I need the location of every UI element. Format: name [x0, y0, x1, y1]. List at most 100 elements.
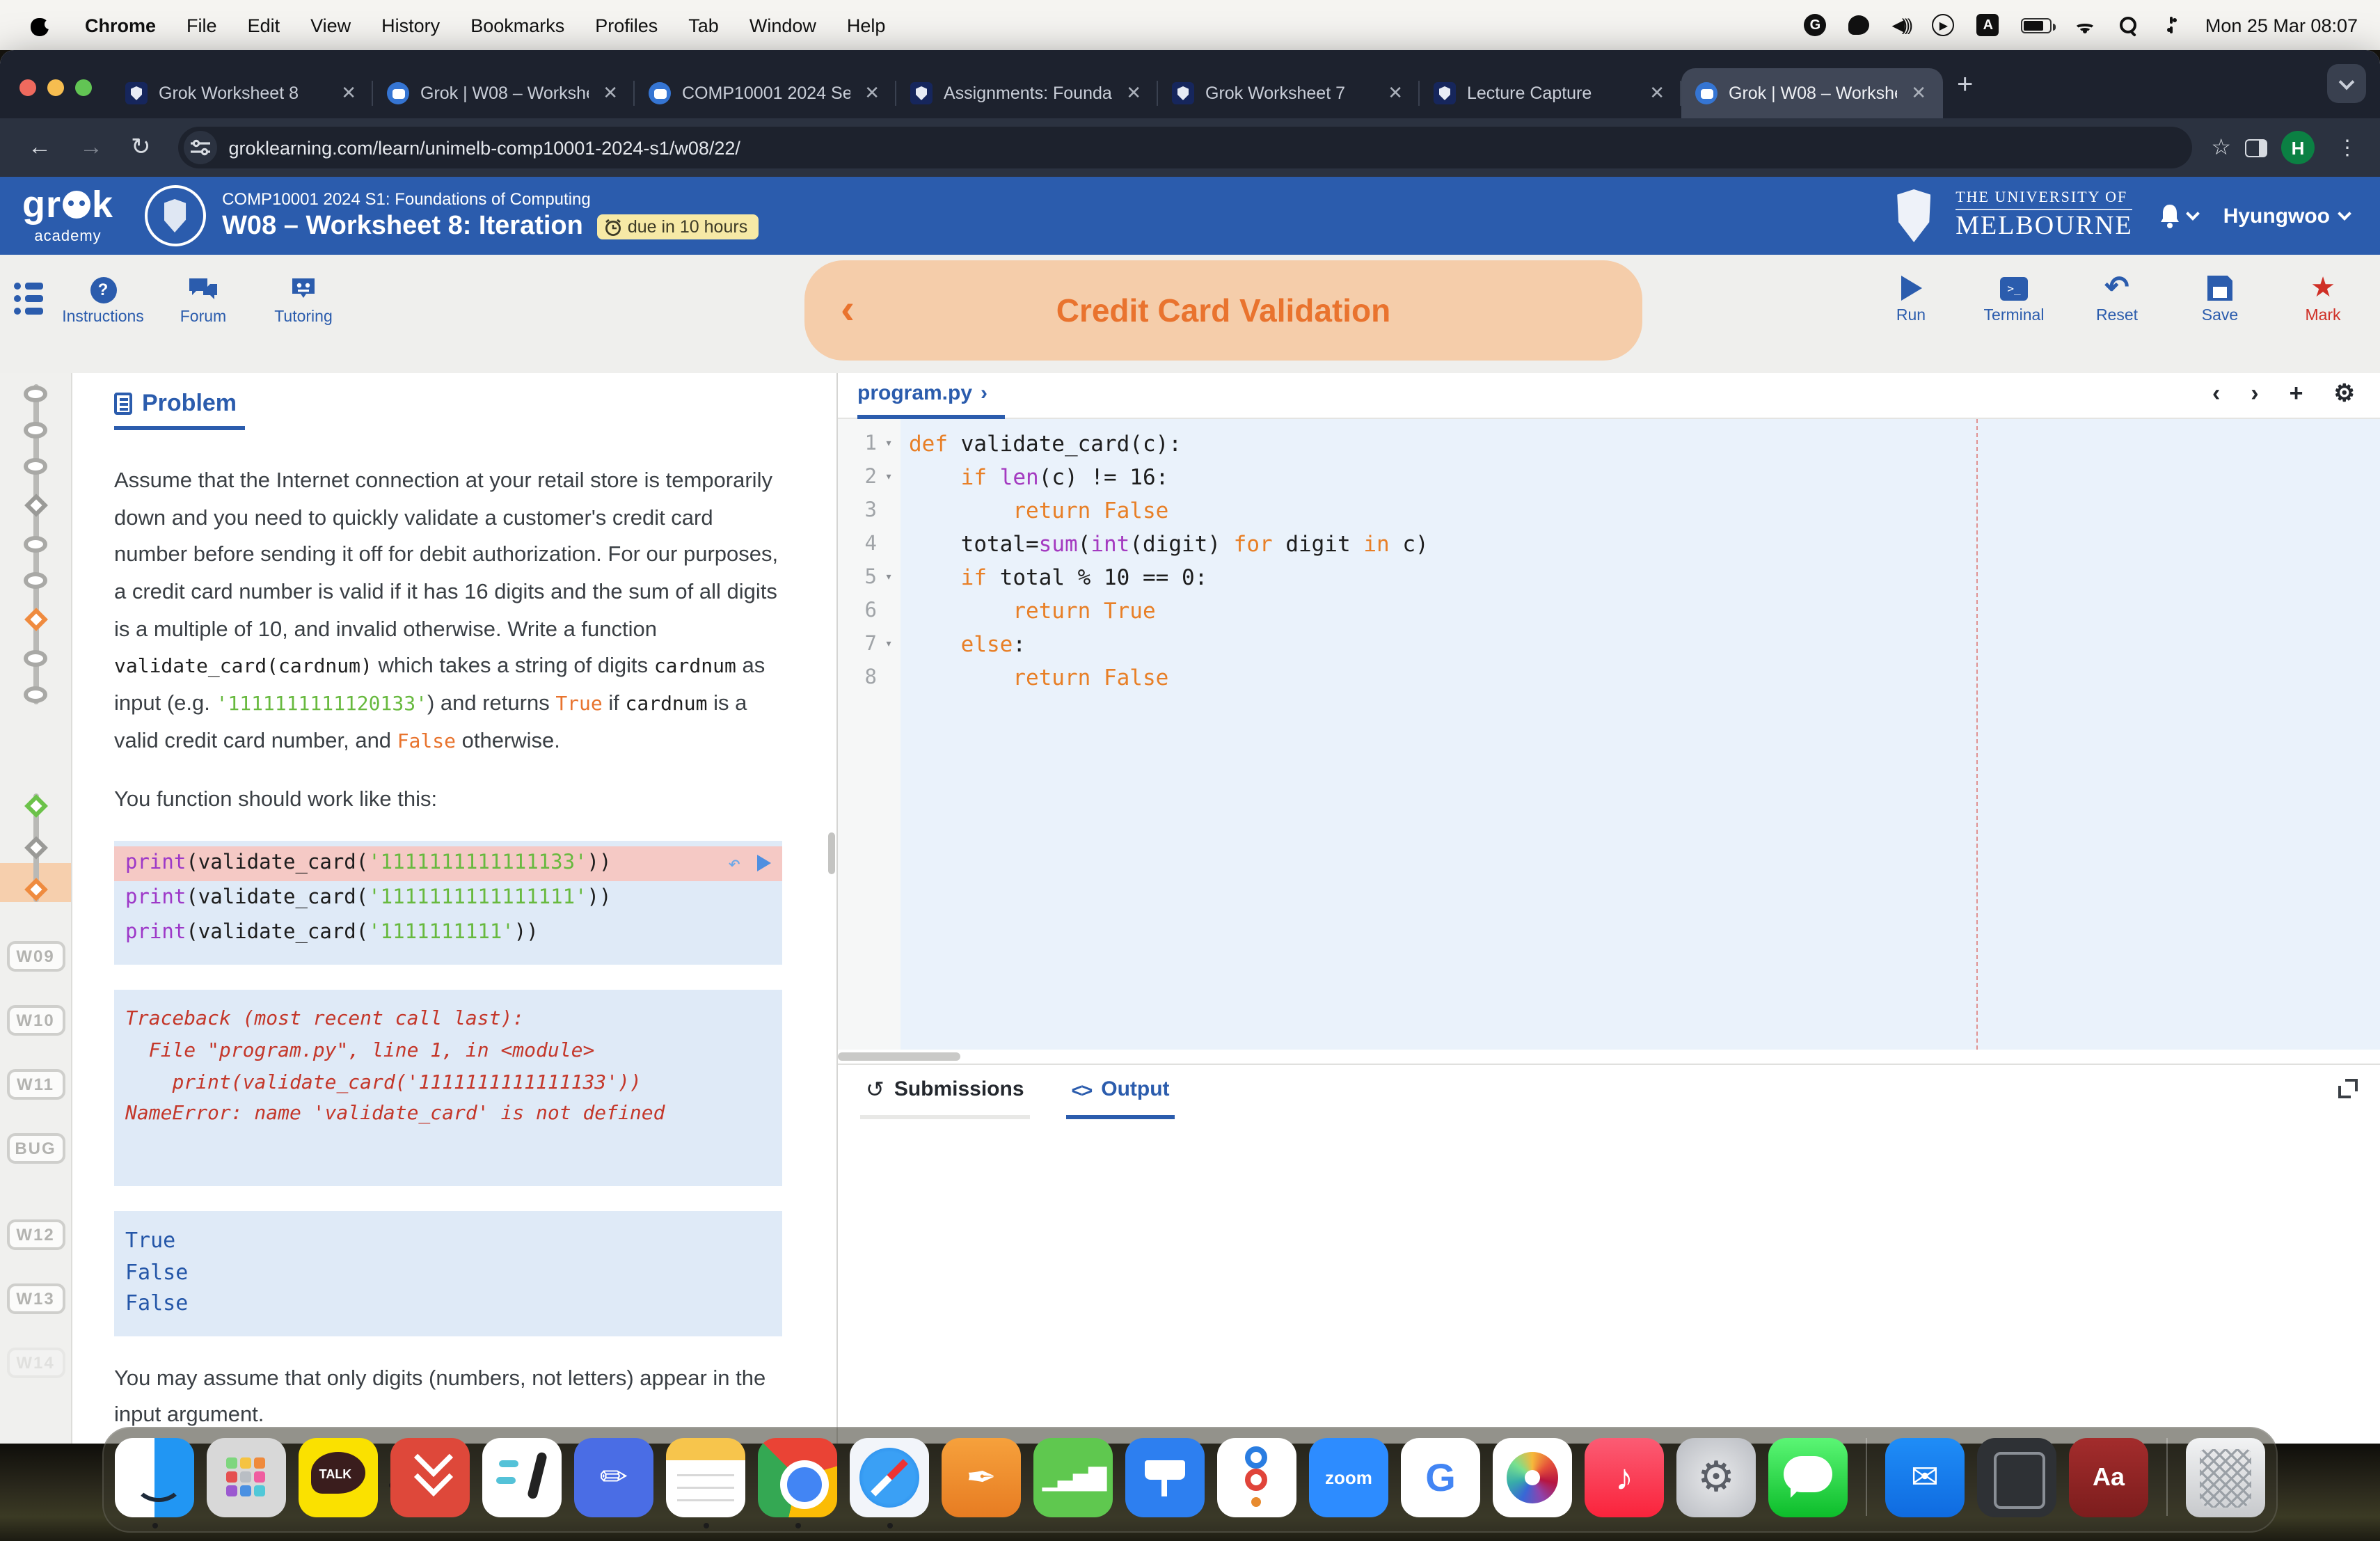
apple-menu-icon[interactable]: [31, 14, 54, 36]
module-badge-w10[interactable]: W10: [6, 1005, 65, 1036]
dock-item-todoist[interactable]: [390, 1438, 470, 1517]
dock-item-keynote[interactable]: [1125, 1438, 1205, 1517]
module-badge-w13[interactable]: W13: [6, 1283, 65, 1314]
module-badge-w09[interactable]: W09: [6, 941, 65, 972]
tab-close-icon[interactable]: ✕: [1908, 82, 1929, 104]
gutter-spacer[interactable]: [877, 494, 901, 528]
progress-marker[interactable]: [24, 836, 47, 860]
back-button[interactable]: ←: [14, 134, 65, 161]
dock-item-goodnotes[interactable]: ✏: [574, 1438, 653, 1517]
dock-item-pages[interactable]: ✒: [942, 1438, 1021, 1517]
menubar-item-view[interactable]: View: [295, 15, 366, 35]
menubar-item-history[interactable]: History: [366, 15, 455, 35]
module-badge-w14[interactable]: W14: [6, 1348, 65, 1378]
dock-item-messages[interactable]: [1768, 1438, 1848, 1517]
tab-close-icon[interactable]: ✕: [338, 82, 359, 104]
module-badge-w12[interactable]: W12: [6, 1219, 65, 1250]
play-icon[interactable]: [757, 855, 771, 872]
progress-marker[interactable]: [24, 878, 47, 901]
dock-item-zoom[interactable]: zoom: [1309, 1438, 1388, 1517]
progress-marker[interactable]: [24, 686, 47, 703]
dock-item-tablet[interactable]: [1977, 1438, 2056, 1517]
tab-output[interactable]: <> Output: [1065, 1064, 1175, 1119]
input-source-icon[interactable]: A: [1976, 14, 1999, 36]
notifications-button[interactable]: [2158, 203, 2200, 229]
add-file-button[interactable]: +: [2290, 380, 2303, 408]
play-icon[interactable]: ▶: [1932, 14, 1955, 36]
tab-search-button[interactable]: [2327, 64, 2366, 103]
window-zoom-button[interactable]: [75, 79, 92, 96]
module-badge-w11[interactable]: W11: [6, 1069, 65, 1100]
mark-button[interactable]: ★ Mark: [2283, 273, 2363, 324]
url-bar[interactable]: groklearning.com/learn/unimelb-comp10001…: [178, 127, 2192, 168]
menubar-clock[interactable]: Mon 25 Mar 08:07: [2205, 15, 2358, 35]
gutter-spacer[interactable]: [877, 528, 901, 561]
progress-marker[interactable]: [24, 794, 47, 818]
browser-tab[interactable]: Grok | W08 – Worksheet 8 ✕: [373, 68, 635, 118]
dock-item-safari[interactable]: [850, 1438, 929, 1528]
dock-item-chrome[interactable]: [758, 1438, 837, 1528]
gutter-spacer[interactable]: [877, 661, 901, 695]
tab-close-icon[interactable]: ✕: [1385, 82, 1406, 104]
dock-item-launchpad[interactable]: [207, 1438, 286, 1517]
back-chevron-icon[interactable]: ‹: [841, 289, 855, 331]
chat-icon[interactable]: [1848, 15, 1870, 35]
dock-item-photos[interactable]: [1493, 1438, 1572, 1517]
menubar-item-bookmarks[interactable]: Bookmarks: [455, 15, 580, 35]
progress-marker[interactable]: [24, 572, 47, 589]
tab-close-icon[interactable]: ✕: [1123, 82, 1144, 104]
progress-marker[interactable]: [24, 650, 47, 667]
save-button[interactable]: Save: [2180, 273, 2260, 324]
search-icon[interactable]: [2119, 15, 2139, 35]
forum-button[interactable]: Forum: [163, 274, 244, 326]
editor-settings-icon[interactable]: ⚙: [2334, 380, 2356, 408]
browser-tab[interactable]: Grok | W08 – Worksheet 8 ✕: [1681, 68, 1943, 118]
volume-icon[interactable]: ◀))): [1891, 15, 1913, 35]
user-menu[interactable]: Hyungwoo: [2223, 204, 2351, 228]
reset-button[interactable]: ↶ Reset: [2077, 272, 2157, 324]
tab-close-icon[interactable]: ✕: [600, 82, 621, 104]
dock-item-ticktick[interactable]: [482, 1438, 562, 1517]
site-settings-icon[interactable]: [184, 131, 218, 164]
forward-button[interactable]: →: [65, 134, 117, 161]
browser-tab[interactable]: Assignments: Foundation ✕: [896, 68, 1158, 118]
control-center-icon[interactable]: [2161, 16, 2183, 34]
dock-item-notes[interactable]: [666, 1438, 745, 1528]
undo-icon[interactable]: ↶: [728, 850, 740, 879]
progress-marker[interactable]: [24, 386, 47, 402]
menubar-item-edit[interactable]: Edit: [232, 15, 296, 35]
menubar-item-chrome[interactable]: Chrome: [70, 15, 171, 35]
bookmark-star-icon[interactable]: ☆: [2205, 134, 2237, 161]
progress-marker[interactable]: [24, 458, 47, 475]
browser-tab[interactable]: COMP10001 2024 Semes ✕: [635, 68, 896, 118]
tab-submissions[interactable]: ↺ Submissions: [860, 1064, 1030, 1119]
progress-marker[interactable]: [24, 608, 47, 631]
browser-tab[interactable]: Grok Worksheet 8 ✕: [111, 68, 373, 118]
profile-avatar[interactable]: H: [2281, 131, 2315, 164]
grok-logo[interactable]: gr k academy: [22, 185, 113, 246]
fold-arrow-icon[interactable]: ▾: [877, 561, 901, 594]
menubar-item-file[interactable]: File: [171, 15, 232, 35]
prev-file-button[interactable]: ‹: [2212, 380, 2220, 408]
module-badge-bug[interactable]: BUG: [6, 1133, 65, 1164]
menubar-item-window[interactable]: Window: [734, 15, 832, 35]
dock-item-rings[interactable]: [1217, 1438, 1296, 1517]
wifi-icon[interactable]: [2074, 17, 2097, 33]
editor-horizontal-scrollbar[interactable]: [838, 1052, 960, 1061]
expand-icon[interactable]: [2338, 1079, 2358, 1098]
window-minimize-button[interactable]: [47, 79, 64, 96]
problem-scrollbar[interactable]: [828, 832, 835, 874]
instructions-button[interactable]: ? Instructions: [62, 274, 144, 326]
side-panel-icon[interactable]: [2245, 139, 2267, 157]
browser-tab[interactable]: Lecture Capture ✕: [1420, 68, 1681, 118]
next-file-button[interactable]: ›: [2251, 380, 2258, 408]
dock-item-kakaotalk[interactable]: TALK: [299, 1438, 395, 1517]
terminal-button[interactable]: >_ Terminal: [1974, 273, 2054, 324]
fold-arrow-icon[interactable]: ▾: [877, 427, 901, 461]
tab-close-icon[interactable]: ✕: [1647, 82, 1667, 104]
progress-marker[interactable]: [24, 493, 47, 517]
new-tab-button[interactable]: +: [1957, 70, 1973, 102]
dock-item-settings[interactable]: ⚙: [1676, 1438, 1756, 1517]
tab-close-icon[interactable]: ✕: [862, 82, 882, 104]
gutter-spacer[interactable]: [877, 594, 901, 628]
